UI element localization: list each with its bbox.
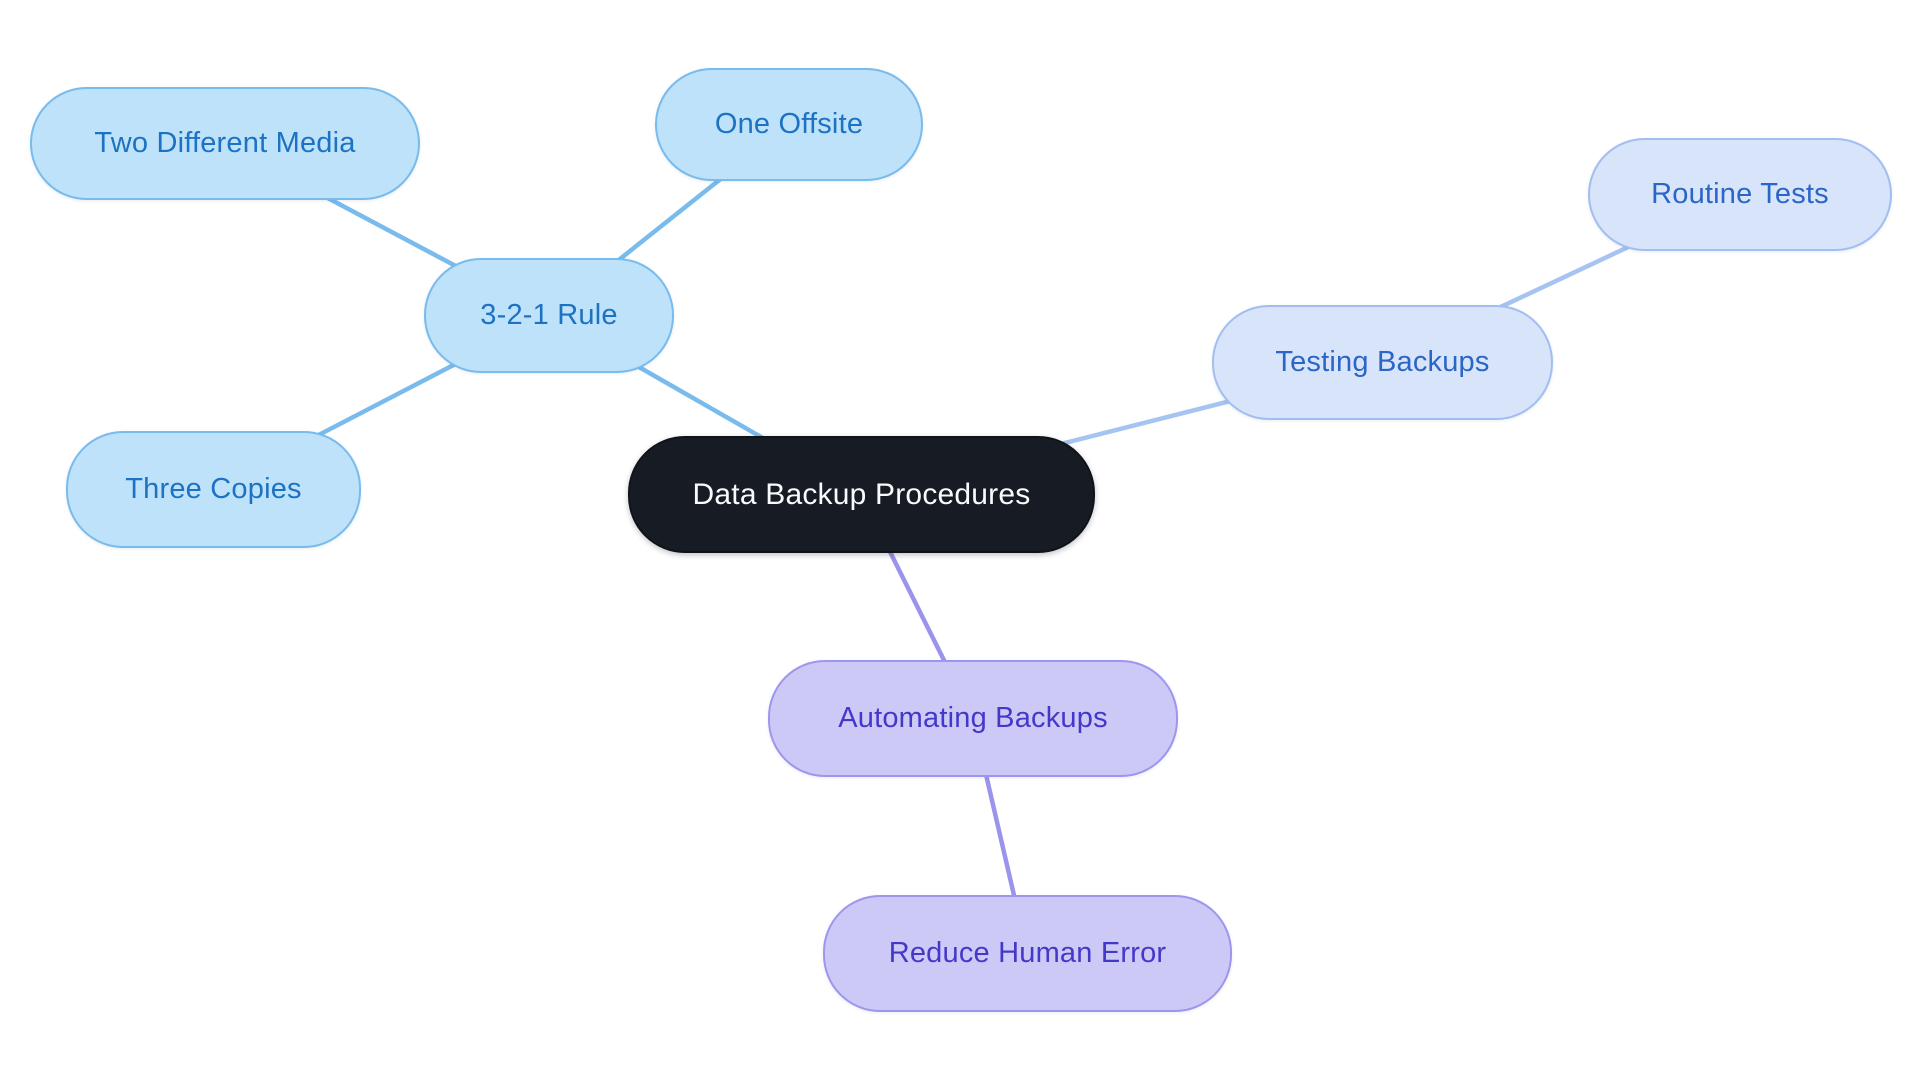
mindmap-node-two-different-media[interactable]: Two Different Media bbox=[30, 87, 420, 200]
mindmap-node-central[interactable]: Data Backup Procedures bbox=[628, 436, 1095, 553]
mindmap-node-testing-backups[interactable]: Testing Backups bbox=[1212, 305, 1553, 420]
mindmap-node-three-copies[interactable]: Three Copies bbox=[66, 431, 361, 548]
node-label-routine-tests: Routine Tests bbox=[1651, 178, 1829, 210]
node-label-reduce-human-error: Reduce Human Error bbox=[888, 937, 1167, 969]
mindmap-node-automating-backups[interactable]: Automating Backups bbox=[768, 660, 1178, 777]
node-label-testing-backups: Testing Backups bbox=[1275, 346, 1490, 378]
mindmap-node-rule-321[interactable]: 3-2-1 Rule bbox=[424, 258, 674, 373]
node-label-rule-321: 3-2-1 Rule bbox=[480, 299, 618, 331]
node-label-central: Data Backup Procedures bbox=[692, 477, 1031, 511]
node-label-automating-backups: Automating Backups bbox=[838, 702, 1108, 734]
node-label-three-copies: Three Copies bbox=[125, 473, 302, 505]
node-label-two-different-media: Two Different Media bbox=[94, 127, 356, 159]
mindmap-node-routine-tests[interactable]: Routine Tests bbox=[1588, 138, 1892, 251]
mindmap-node-one-offsite[interactable]: One Offsite bbox=[655, 68, 923, 181]
mindmap-node-reduce-human-error[interactable]: Reduce Human Error bbox=[823, 895, 1232, 1012]
node-label-one-offsite: One Offsite bbox=[714, 108, 864, 140]
mindmap-canvas: Data Backup Procedures 3-2-1 Rule Two Diff… bbox=[0, 0, 1920, 1083]
